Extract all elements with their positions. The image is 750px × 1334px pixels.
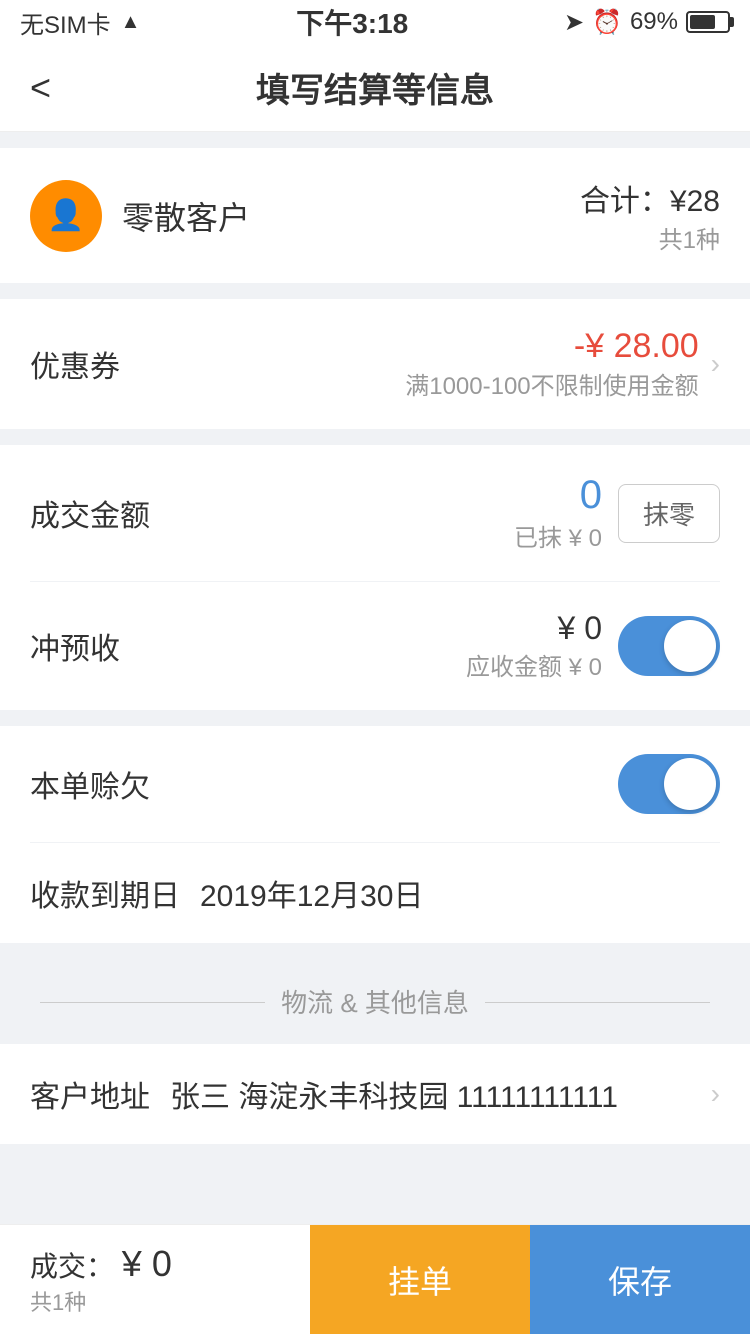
- coupon-chevron-icon: ›: [711, 348, 720, 380]
- credit-row: 本单赊欠: [0, 726, 750, 842]
- due-date-value: 2019年12月30日: [200, 871, 423, 915]
- wifi-icon: ▲: [121, 11, 141, 34]
- status-right: ➤ ⏰ 69%: [564, 8, 730, 37]
- address-value: 张三 海淀永丰科技园 11111111111: [170, 1072, 618, 1116]
- due-date-label: 收款到期日: [30, 871, 180, 915]
- nav-bar: < 填写结算等信息: [0, 44, 750, 132]
- page-title: 填写结算等信息: [90, 63, 660, 112]
- carrier-label: 无SIM卡: [20, 5, 111, 40]
- coupon-right: -¥ 28.00 满1000-100不限制使用金额 ›: [405, 327, 720, 401]
- address-label: 客户地址: [30, 1072, 150, 1116]
- logistics-section-header: 物流 & 其他信息: [0, 959, 750, 1044]
- advance-right: ¥ 0 应收金额 ¥ 0: [466, 610, 720, 682]
- credit-section: 本单赊欠 收款到期日 2019年12月30日: [0, 726, 750, 943]
- credit-right: [618, 754, 720, 814]
- summary-value: ¥ 0: [122, 1243, 172, 1284]
- customer-right: 合计：¥28 共1种: [580, 176, 720, 255]
- bottom-summary: 成交： ¥ 0 共1种: [0, 1243, 310, 1317]
- back-button[interactable]: <: [30, 67, 90, 109]
- person-icon: 👤: [47, 198, 84, 233]
- advance-label: 冲预收: [30, 624, 120, 668]
- address-row[interactable]: 客户地址 张三 海淀永丰科技园 11111111111 ›: [0, 1044, 750, 1144]
- customer-name: 零散客户: [122, 193, 250, 239]
- bottom-bar: 成交： ¥ 0 共1种 挂单 保存: [0, 1224, 750, 1334]
- coupon-sub: 满1000-100不限制使用金额: [405, 366, 698, 401]
- round-zero-button[interactable]: 抹零: [618, 484, 720, 543]
- coupon-label: 优惠券: [30, 342, 120, 386]
- customer-count: 共1种: [580, 220, 720, 255]
- alarm-icon: ⏰: [592, 8, 622, 37]
- transaction-value: 0: [514, 473, 602, 518]
- status-carrier: 无SIM卡 ▲: [20, 5, 140, 40]
- customer-section: 👤 零散客户 合计：¥28 共1种: [0, 148, 750, 283]
- main-content: 👤 零散客户 合计：¥28 共1种 优惠券 -¥ 28.00 满1000-100…: [0, 148, 750, 1270]
- save-button[interactable]: 保存: [530, 1225, 750, 1334]
- location-icon: ➤: [564, 8, 584, 37]
- customer-row: 👤 零散客户 合计：¥28 共1种: [0, 148, 750, 283]
- credit-label: 本单赊欠: [30, 762, 150, 806]
- summary-count: 共1种: [30, 1285, 280, 1317]
- transaction-section: 成交金额 0 已抹 ¥ 0 抹零 冲预收 ¥ 0 应收金额 ¥ 0: [0, 445, 750, 710]
- credit-toggle-knob: [664, 758, 716, 810]
- transaction-right: 0 已抹 ¥ 0 抹零: [514, 473, 720, 553]
- battery-icon: [686, 11, 730, 33]
- toggle-knob: [664, 620, 716, 672]
- due-date-row: 收款到期日 2019年12月30日: [0, 843, 750, 943]
- address-chevron-icon: ›: [711, 1078, 720, 1110]
- coupon-value: -¥ 28.00: [405, 327, 698, 366]
- credit-toggle[interactable]: [618, 754, 720, 814]
- advance-value: ¥ 0: [466, 610, 602, 647]
- customer-left: 👤 零散客户: [30, 180, 250, 252]
- logistics-label: 物流 & 其他信息: [265, 983, 485, 1020]
- coupon-value-wrap: -¥ 28.00 满1000-100不限制使用金额: [405, 327, 698, 401]
- coupon-row[interactable]: 优惠券 -¥ 28.00 满1000-100不限制使用金额 ›: [0, 299, 750, 429]
- advance-sub: 应收金额 ¥ 0: [466, 647, 602, 682]
- advance-row: 冲预收 ¥ 0 应收金额 ¥ 0: [0, 582, 750, 710]
- transaction-sub: 已抹 ¥ 0: [514, 518, 602, 553]
- customer-avatar: 👤: [30, 180, 102, 252]
- status-time: 下午3:18: [296, 2, 408, 42]
- customer-total: 合计：¥28: [580, 176, 720, 220]
- battery-percentage: 69%: [630, 8, 678, 36]
- pending-button[interactable]: 挂单: [310, 1225, 530, 1334]
- status-bar: 无SIM卡 ▲ 下午3:18 ➤ ⏰ 69%: [0, 0, 750, 44]
- advance-toggle[interactable]: [618, 616, 720, 676]
- address-left: 客户地址 张三 海淀永丰科技园 11111111111: [30, 1072, 618, 1116]
- transaction-label: 成交金额: [30, 491, 150, 535]
- pending-label: 挂单: [388, 1257, 452, 1303]
- address-section: 客户地址 张三 海淀永丰科技园 11111111111 ›: [0, 1044, 750, 1144]
- save-label: 保存: [608, 1257, 672, 1303]
- transaction-row: 成交金额 0 已抹 ¥ 0 抹零: [0, 445, 750, 581]
- coupon-section: 优惠券 -¥ 28.00 满1000-100不限制使用金额 ›: [0, 299, 750, 429]
- summary-prefix: 成交：: [30, 1251, 114, 1282]
